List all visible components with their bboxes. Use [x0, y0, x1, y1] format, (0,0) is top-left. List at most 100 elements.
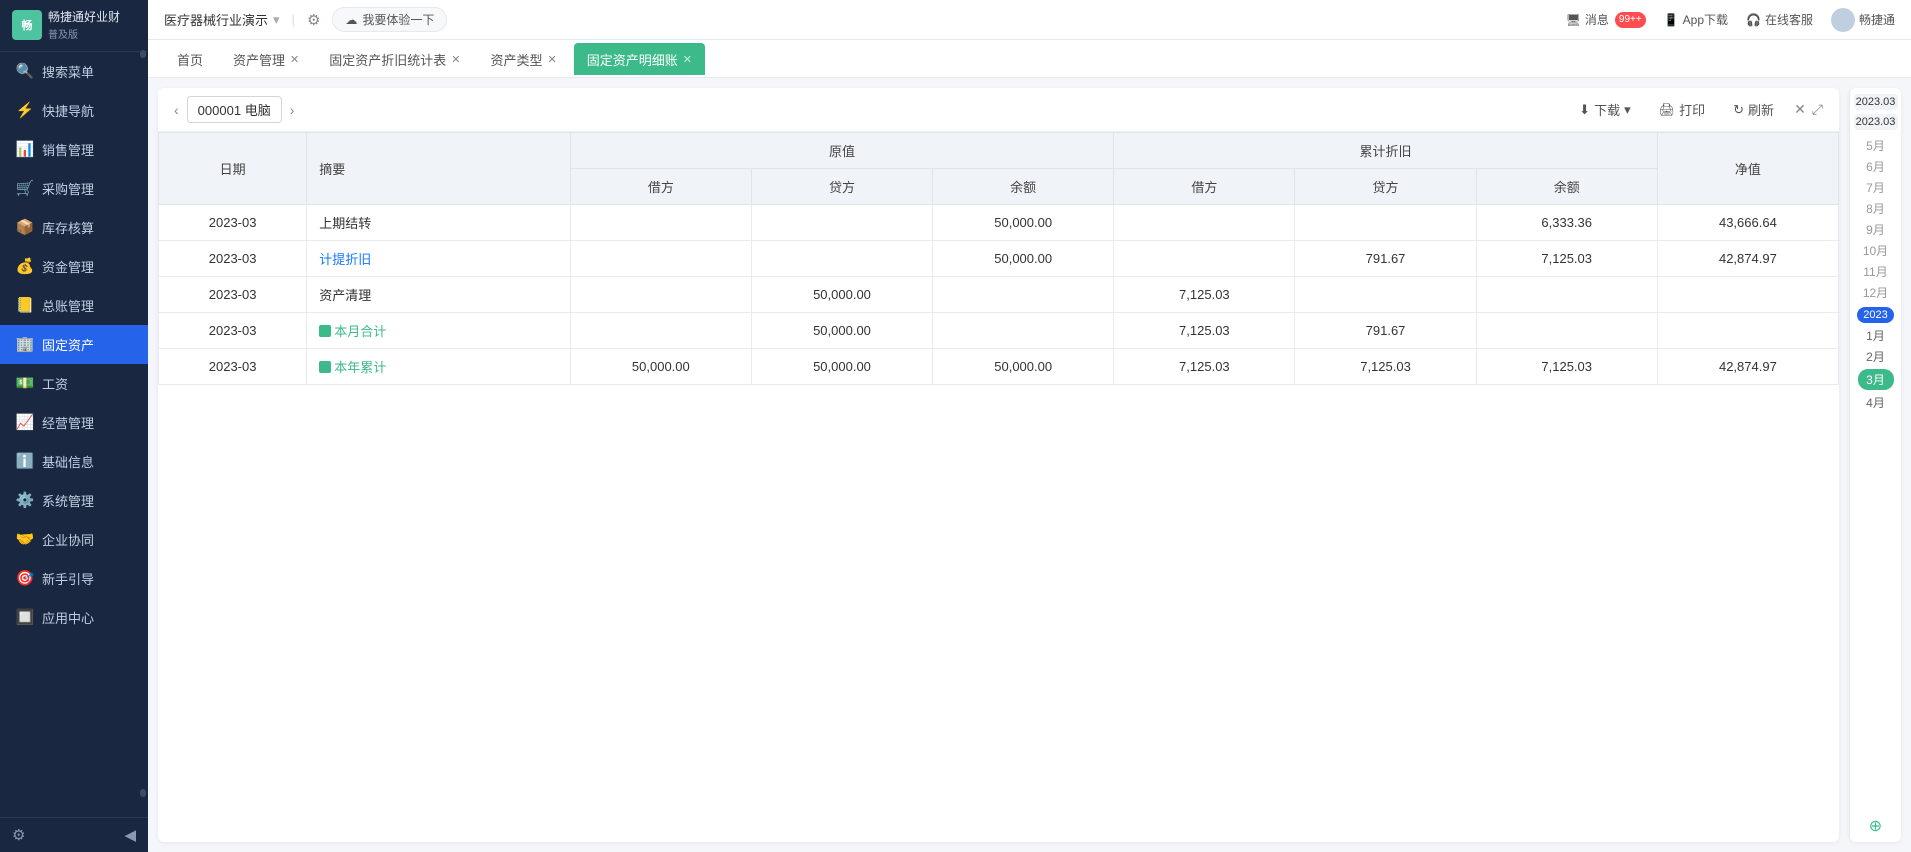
sidebar-item-salary[interactable]: 💵 工资 — [0, 364, 148, 403]
tab-asset-detail-label: 固定资产明细账 — [587, 50, 678, 69]
basic-info-icon: ℹ️ — [16, 452, 34, 470]
sidebar-nav: 🔍 搜索菜单 ⚡ 快捷导航 📊 销售管理 🛒 采购管理 📦 库存核算 💰 资金管… — [0, 52, 148, 817]
col-header-acc-balance: 余额 — [1476, 169, 1657, 205]
refresh-label: 刷新 — [1748, 100, 1774, 119]
timeline-month-8[interactable]: 8月 — [1866, 200, 1885, 217]
inventory-icon: 📦 — [16, 218, 34, 236]
asset-code-tag: 000001 电脑 — [187, 96, 282, 123]
tab-asset-management-close[interactable]: ✕ — [290, 53, 299, 66]
timeline-month-12[interactable]: 12月 — [1863, 284, 1888, 301]
row-desc: 上期结转 — [307, 205, 571, 241]
topbar-separator: | — [292, 12, 295, 27]
tab-asset-detail-close[interactable]: ✕ — [683, 53, 692, 66]
sidebar-item-fixed-assets[interactable]: 🏢 固定资产 — [0, 325, 148, 364]
timeline-month-4[interactable]: 4月 — [1866, 394, 1885, 411]
tab-home[interactable]: 首页 — [164, 43, 216, 75]
print-icon: 🖨 — [1659, 102, 1676, 118]
tab-depreciation-stats-close[interactable]: ✕ — [451, 53, 460, 66]
tab-asset-type[interactable]: 资产类型 ✕ — [477, 43, 569, 75]
window-expand-button[interactable]: ⤢ — [1812, 101, 1823, 118]
sidebar-item-quick-nav[interactable]: ⚡ 快捷导航 — [0, 91, 148, 130]
tab-asset-management[interactable]: 资产管理 ✕ — [220, 43, 312, 75]
customer-service-icon: 🎧 — [1746, 13, 1761, 27]
sidebar-item-search[interactable]: 🔍 搜索菜单 — [0, 52, 148, 91]
row-orig-debit — [570, 205, 751, 241]
customer-service-item[interactable]: 🎧 在线客服 — [1746, 11, 1813, 28]
row-date: 2023-03 — [159, 241, 307, 277]
col-header-acc-debit: 借方 — [1114, 169, 1295, 205]
table-row: 2023-03 上期结转 50,000.00 6,333.36 43,666.6… — [159, 205, 1839, 241]
sidebar-item-inventory[interactable]: 📦 库存核算 — [0, 208, 148, 247]
sidebar-item-apps[interactable]: 🔲 应用中心 — [0, 598, 148, 637]
nav-prev-button[interactable]: ‹ — [174, 102, 179, 118]
enterprise-icon: 🤝 — [16, 530, 34, 548]
fixed-assets-icon: 🏢 — [16, 335, 34, 353]
window-close-button[interactable]: ✕ — [1794, 101, 1806, 118]
system-icon: ⚙️ — [16, 491, 34, 509]
asset-name-text: 电脑 — [245, 103, 271, 118]
notifications-item[interactable]: 🖥 消息 99+ — [1566, 11, 1646, 28]
user-item[interactable]: 畅捷通 — [1831, 8, 1895, 32]
timeline-month-5[interactable]: 5月 — [1866, 137, 1885, 154]
panel-nav: ‹ 000001 电脑 › — [174, 96, 294, 123]
customer-service-label: 在线客服 — [1765, 11, 1813, 28]
row-net-value: 43,666.64 — [1657, 205, 1838, 241]
sidebar-item-funds[interactable]: 💰 资金管理 — [0, 247, 148, 286]
operations-icon: 📈 — [16, 413, 34, 431]
sidebar-item-operations[interactable]: 📈 经营管理 — [0, 403, 148, 442]
sidebar-item-basic-info[interactable]: ℹ️ 基础信息 — [0, 442, 148, 481]
notifications-label: 消息 — [1585, 11, 1609, 28]
timeline-month-3-active[interactable]: 3月 — [1858, 369, 1894, 390]
row-desc-link[interactable]: 计提折旧 — [307, 241, 571, 277]
sidebar-item-enterprise[interactable]: 🤝 企业协同 — [0, 520, 148, 559]
app-logo: 畅 畅捷通好业财 普及版 — [0, 0, 148, 52]
sidebar-item-system[interactable]: ⚙️ 系统管理 — [0, 481, 148, 520]
nav-next-button[interactable]: › — [290, 102, 295, 118]
asset-detail-table: 日期 摘要 原值 累计折旧 净值 借方 贷方 余额 借方 贷方 余额 — [158, 132, 1839, 385]
topbar-settings-icon[interactable]: ⚙ — [307, 11, 320, 29]
timeline-month-10[interactable]: 10月 — [1863, 242, 1888, 259]
sidebar-bottom: ⚙ ◀ — [0, 817, 148, 852]
timeline-month-7[interactable]: 7月 — [1866, 179, 1885, 196]
row-orig-balance: 50,000.00 — [933, 349, 1114, 385]
quick-nav-icon: ⚡ — [16, 101, 34, 119]
app-download-item[interactable]: 📱 App下载 — [1664, 11, 1728, 28]
funds-icon: 💰 — [16, 257, 34, 275]
tab-depreciation-stats[interactable]: 固定资产折旧统计表 ✕ — [316, 43, 473, 75]
timeline-year-badge-2023: 2023 — [1857, 307, 1893, 323]
print-button[interactable]: 🖨 打印 — [1651, 96, 1714, 123]
experience-icon: ☁ — [345, 13, 357, 27]
download-icon: ⬇ — [1579, 102, 1590, 118]
table-container: 日期 摘要 原值 累计折旧 净值 借方 贷方 余额 借方 贷方 余额 — [158, 132, 1839, 842]
company-selector[interactable]: 医疗器械行业演示 ▾ — [164, 10, 280, 29]
refresh-button[interactable]: ↻ 刷新 — [1725, 96, 1782, 123]
row-date: 2023-03 — [159, 313, 307, 349]
window-controls: ✕ ⤢ — [1794, 101, 1823, 118]
timeline-month-1[interactable]: 1月 — [1866, 327, 1885, 344]
timeline-month-6[interactable]: 6月 — [1866, 158, 1885, 175]
sidebar-item-guide[interactable]: 🎯 新手引导 — [0, 559, 148, 598]
collapse-sidebar-icon[interactable]: ◀ — [124, 826, 136, 844]
timeline-month-11[interactable]: 11月 — [1863, 263, 1887, 280]
settings-bottom-icon[interactable]: ⚙ — [12, 826, 25, 844]
timeline-month-9[interactable]: 9月 — [1866, 221, 1885, 238]
timeline-scroll-down[interactable]: ⊕ — [1869, 810, 1882, 836]
timeline-month-2[interactable]: 2月 — [1866, 348, 1885, 365]
sidebar-item-purchase[interactable]: 🛒 采购管理 — [0, 169, 148, 208]
sidebar-item-ledger[interactable]: 📒 总账管理 — [0, 286, 148, 325]
download-button[interactable]: ⬇ 下载 ▾ — [1571, 96, 1638, 123]
apps-icon: 🔲 — [16, 608, 34, 626]
panel-actions: ⬇ 下载 ▾ 🖨 打印 ↻ 刷新 ✕ ⤢ — [1571, 96, 1823, 123]
ledger-icon: 📒 — [16, 296, 34, 314]
row-acc-credit — [1295, 277, 1476, 313]
tab-asset-type-close[interactable]: ✕ — [548, 53, 557, 66]
tab-asset-detail[interactable]: 固定资产明细账 ✕ — [574, 43, 705, 75]
row-acc-balance: 7,125.03 — [1476, 349, 1657, 385]
row-net-value: 42,874.97 — [1657, 349, 1838, 385]
topbar: 医疗器械行业演示 ▾ | ⚙ ☁ 我要体验一下 🖥 消息 99+ 📱 App下载… — [148, 0, 1911, 40]
col-header-orig-credit: 贷方 — [751, 169, 932, 205]
experience-button[interactable]: ☁ 我要体验一下 — [332, 7, 447, 32]
row-orig-debit — [570, 313, 751, 349]
user-label: 畅捷通 — [1859, 11, 1895, 28]
sidebar-item-sales[interactable]: 📊 销售管理 — [0, 130, 148, 169]
